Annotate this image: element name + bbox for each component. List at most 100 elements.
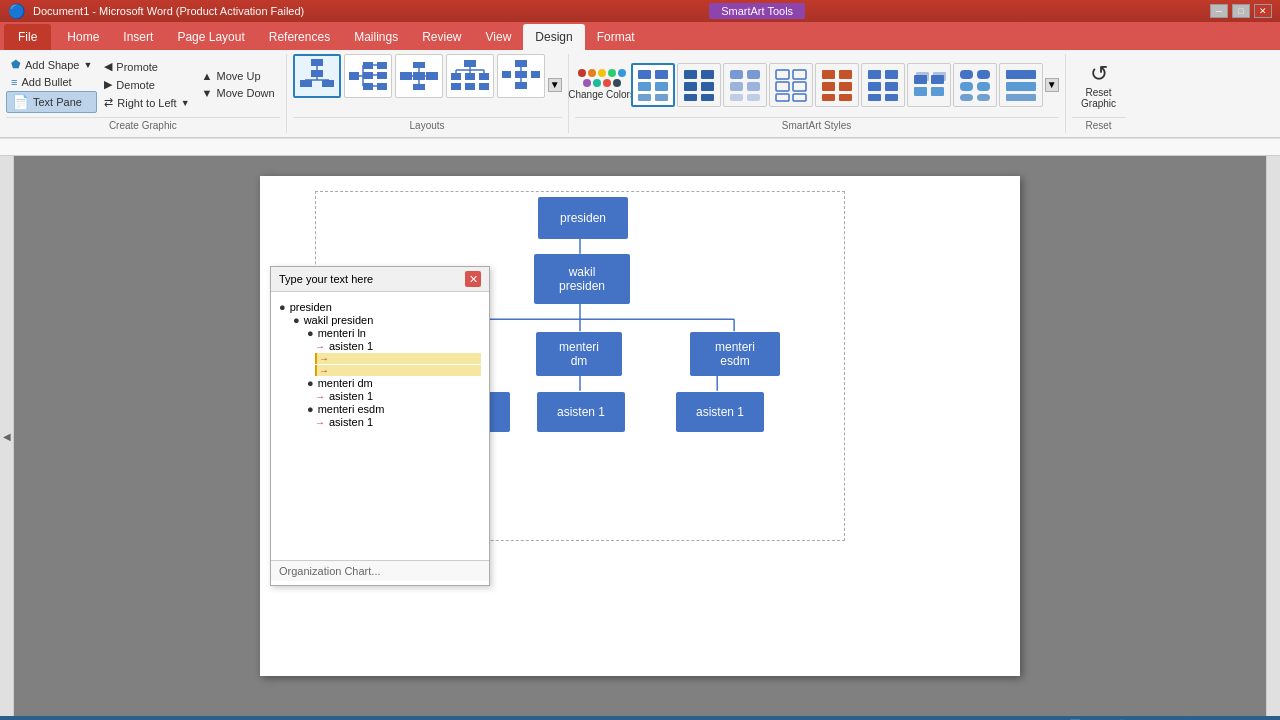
- org-node-menteri-dm[interactable]: menteridm: [536, 332, 622, 376]
- move-up-button[interactable]: ▲ Move Up: [197, 68, 280, 84]
- tab-row: File Home Insert Page Layout References …: [0, 22, 1280, 50]
- tab-home[interactable]: Home: [55, 24, 111, 50]
- org-node-wakil-presiden[interactable]: wakilpresiden: [534, 254, 630, 304]
- tab-view[interactable]: View: [474, 24, 524, 50]
- svg-rect-79: [868, 82, 881, 91]
- org-node-menteri-esdm[interactable]: menteriesdm: [690, 332, 780, 376]
- org-node-asisten-esdm1[interactable]: asisten 1: [676, 392, 764, 432]
- style-thumb-2[interactable]: [677, 63, 721, 107]
- tab-references[interactable]: References: [257, 24, 342, 50]
- right-to-left-button[interactable]: ⇄ Right to Left ▼: [99, 94, 194, 111]
- svg-rect-60: [747, 70, 760, 79]
- style-thumb-8[interactable]: [953, 63, 997, 107]
- svg-rect-51: [638, 94, 651, 101]
- styles-scroll-down[interactable]: ▼: [1045, 78, 1059, 92]
- left-sidebar-toggle[interactable]: ◀: [0, 156, 14, 716]
- tab-review[interactable]: Review: [410, 24, 473, 50]
- add-bullet-button[interactable]: ≡ Add Bullet: [6, 74, 97, 90]
- add-shape-button[interactable]: ⬟ Add Shape ▼: [6, 56, 97, 73]
- svg-rect-82: [885, 94, 898, 101]
- tab-file[interactable]: File: [4, 24, 51, 50]
- style-thumb-6[interactable]: [861, 63, 905, 107]
- svg-rect-64: [747, 94, 760, 101]
- style-thumb-3[interactable]: [723, 63, 767, 107]
- svg-rect-67: [776, 82, 789, 91]
- layouts-scroll-down[interactable]: ▼: [548, 78, 562, 92]
- ribbon: ⬟ Add Shape ▼ ≡ Add Bullet 📄 Text Pane ◀…: [0, 50, 1280, 138]
- change-colors-button[interactable]: Change Colors: [575, 65, 629, 104]
- title-text: Document1 - Microsoft Word (Product Acti…: [33, 5, 304, 17]
- svg-rect-9: [363, 62, 373, 69]
- tab-page-layout[interactable]: Page Layout: [165, 24, 256, 50]
- text-pane-item-menteri-ln[interactable]: ● menteri ln: [307, 327, 481, 339]
- add-shape-dropdown-icon[interactable]: ▼: [83, 60, 92, 70]
- style-thumb-9[interactable]: [999, 63, 1043, 107]
- text-pane-icon: 📄: [12, 94, 29, 110]
- window-controls[interactable]: ─ □ ✕: [1210, 4, 1272, 18]
- tab-design[interactable]: Design: [523, 24, 584, 50]
- org-node-presiden[interactable]: presiden: [538, 197, 628, 239]
- text-pane-item-presiden[interactable]: ● presiden: [279, 301, 481, 313]
- status-bar: Page: 1 of 1 Words: 0 ✓ English (U.S.) 📄…: [0, 716, 1280, 720]
- svg-rect-63: [730, 94, 743, 101]
- tab-insert[interactable]: Insert: [111, 24, 165, 50]
- layout-thumb-3[interactable]: [395, 54, 443, 98]
- svg-rect-78: [885, 70, 898, 79]
- style-thumb-7[interactable]: [907, 63, 951, 107]
- text-pane-item-asisten1-ln[interactable]: → asisten 1: [315, 340, 481, 352]
- demote-button[interactable]: ▶ Demote: [99, 76, 194, 93]
- svg-rect-49: [638, 82, 651, 91]
- text-pane-item-asisten1-dm[interactable]: → asisten 1: [315, 390, 481, 402]
- layout-thumb-1[interactable]: [293, 54, 341, 98]
- text-pane-item-menteri-dm[interactable]: ● menteri dm: [307, 377, 481, 389]
- text-pane-item-arrow2[interactable]: →: [315, 365, 481, 376]
- svg-rect-34: [451, 73, 461, 80]
- svg-rect-53: [684, 70, 697, 79]
- svg-rect-57: [684, 94, 697, 101]
- style-thumb-1[interactable]: [631, 63, 675, 107]
- layout-thumb-5[interactable]: [497, 54, 545, 98]
- svg-rect-65: [776, 70, 789, 79]
- text-pane-item-wakil-presiden[interactable]: ● wakil presiden: [293, 314, 481, 326]
- reset-graphic-button[interactable]: ↺ Reset Graphic: [1072, 57, 1126, 113]
- layout-thumb-2[interactable]: [344, 54, 392, 98]
- svg-rect-70: [793, 94, 806, 101]
- create-graphic-group: ⬟ Add Shape ▼ ≡ Add Bullet 📄 Text Pane ◀…: [0, 54, 287, 133]
- text-pane-item-asisten1-esdm[interactable]: → asisten 1: [315, 416, 481, 428]
- document-area[interactable]: presiden wakilpresiden menteri ln menter…: [14, 156, 1266, 716]
- smartart-badge: SmartArt Tools: [709, 3, 805, 19]
- svg-rect-50: [655, 82, 668, 91]
- tab-mailings[interactable]: Mailings: [342, 24, 410, 50]
- org-node-asisten-dm1[interactable]: asisten 1: [537, 392, 625, 432]
- style-thumb-5[interactable]: [815, 63, 859, 107]
- style-thumb-4[interactable]: [769, 63, 813, 107]
- svg-rect-76: [839, 94, 852, 101]
- close-btn[interactable]: ✕: [1254, 4, 1272, 18]
- layout-thumb-4[interactable]: [446, 54, 494, 98]
- promote-button[interactable]: ◀ Promote: [99, 58, 194, 75]
- text-pane-content[interactable]: ● presiden ● wakil presiden ● menteri ln…: [271, 292, 489, 560]
- move-down-button[interactable]: ▼ Move Down: [197, 85, 280, 101]
- svg-rect-55: [684, 82, 697, 91]
- svg-rect-0: [311, 59, 323, 66]
- svg-rect-35: [465, 73, 475, 80]
- text-pane-button[interactable]: 📄 Text Pane: [6, 91, 97, 113]
- svg-rect-92: [960, 82, 973, 91]
- add-bullet-icon: ≡: [11, 76, 17, 88]
- text-pane-item-arrow1[interactable]: →: [315, 353, 481, 364]
- minimize-btn[interactable]: ─: [1210, 4, 1228, 18]
- svg-rect-95: [977, 94, 990, 101]
- text-pane: Type your text here ✕ ● presiden ● wakil…: [270, 266, 490, 586]
- svg-rect-93: [977, 82, 990, 91]
- maximize-btn[interactable]: □: [1232, 4, 1250, 18]
- svg-rect-17: [377, 72, 387, 79]
- svg-rect-66: [793, 70, 806, 79]
- svg-rect-26: [400, 72, 412, 80]
- svg-rect-69: [776, 94, 789, 101]
- svg-rect-45: [502, 71, 511, 78]
- text-pane-close-button[interactable]: ✕: [465, 271, 481, 287]
- main-area: ◀: [0, 156, 1280, 716]
- svg-rect-11: [363, 83, 373, 90]
- text-pane-item-menteri-esdm[interactable]: ● menteri esdm: [307, 403, 481, 415]
- tab-format[interactable]: Format: [585, 24, 647, 50]
